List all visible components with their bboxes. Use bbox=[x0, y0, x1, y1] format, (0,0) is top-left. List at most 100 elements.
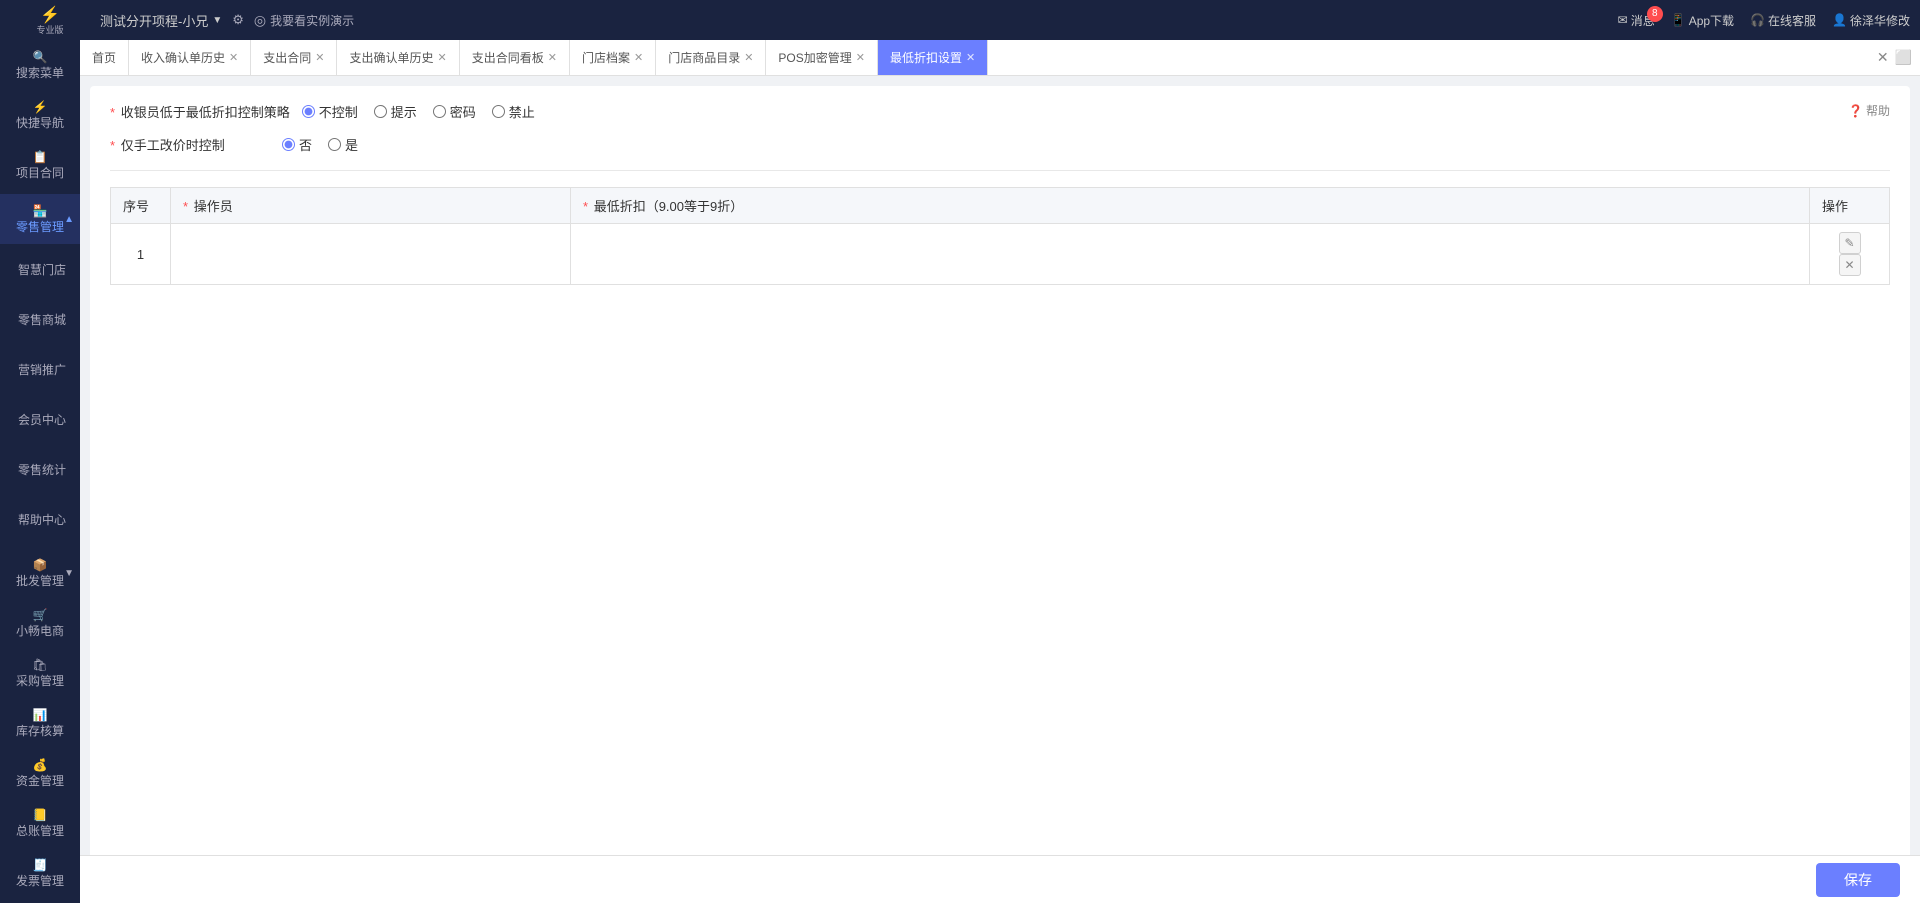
message-icon: ✉ bbox=[1618, 13, 1628, 27]
tab-payment-confirm-close[interactable]: ✕ bbox=[438, 51, 447, 64]
search-icon: 🔍 bbox=[33, 50, 48, 64]
sidebar-item-search[interactable]: 🔍 搜索菜单 bbox=[0, 40, 80, 90]
topbar-middle: 测试分开项程-小兄 ▼ ⚙ ◎ 我要看实例演示 bbox=[90, 11, 1618, 30]
radio-yes[interactable]: 是 bbox=[328, 135, 358, 154]
sidebar-item-quick-nav[interactable]: ⚡ 快捷导航 bbox=[0, 90, 80, 140]
radio-no-control[interactable]: 不控制 bbox=[302, 102, 358, 121]
tab-store-product-close[interactable]: ✕ bbox=[744, 51, 753, 64]
tab-expand-icon[interactable]: ⬜ bbox=[1895, 49, 1912, 66]
sidebar-item-finance[interactable]: 💰 资金管理 bbox=[0, 748, 80, 798]
th-operator: * 操作员 bbox=[171, 188, 571, 224]
project-selector[interactable]: 测试分开项程-小兄 ▼ bbox=[100, 11, 222, 30]
tab-payment-board-label: 支出合同看板 bbox=[472, 49, 544, 66]
sidebar-item-inventory[interactable]: 📊 库存核算 bbox=[0, 698, 80, 748]
help-link[interactable]: ❓ 帮助 bbox=[1848, 102, 1890, 119]
bottom-bar: 保存 bbox=[80, 855, 1920, 903]
sidebar-item-marketing[interactable]: 营销推广 bbox=[0, 344, 80, 394]
tab-payment-confirm-history[interactable]: 支出确认单历史 ✕ bbox=[337, 40, 459, 76]
sidebar-item-member-center[interactable]: 会员中心 bbox=[0, 394, 80, 444]
tab-payment-contract[interactable]: 支出合同 ✕ bbox=[251, 40, 337, 76]
tab-home[interactable]: 首页 bbox=[80, 40, 129, 76]
sidebar-label-accounting: 总账管理 bbox=[16, 822, 64, 839]
form-row-discount-policy: * 收银员低于最低折扣控制策略 不控制 提示 密码 bbox=[110, 102, 1890, 121]
radio-no[interactable]: 否 bbox=[282, 135, 312, 154]
tab-income-history-close[interactable]: ✕ bbox=[229, 51, 238, 64]
edit-row-btn[interactable]: ✎ bbox=[1839, 232, 1861, 254]
user-btn[interactable]: 👤 徐泽华修改 bbox=[1832, 12, 1910, 29]
th-seq: 序号 bbox=[111, 188, 171, 224]
ecommerce-icon: 🛒 bbox=[33, 608, 48, 622]
sidebar-item-ecommerce[interactable]: 🛒 小畅电商 bbox=[0, 598, 80, 648]
messages-badge: 8 bbox=[1647, 6, 1663, 22]
sidebar-item-retail-management[interactable]: 🏪 零售管理 ▲ bbox=[0, 194, 80, 244]
messages-btn[interactable]: ✉ 消息 8 bbox=[1618, 12, 1655, 29]
tab-payment-contract-board[interactable]: 支出合同看板 ✕ bbox=[460, 40, 570, 76]
required-star-2: * bbox=[110, 138, 115, 153]
form-section: ❓ 帮助 * 收银员低于最低折扣控制策略 不控制 提示 bbox=[110, 102, 1890, 171]
sidebar-label-help-center: 帮助中心 bbox=[18, 511, 66, 528]
purchase-icon: 🛍 bbox=[32, 658, 47, 672]
expand-arrow-icon: ▲ bbox=[64, 214, 74, 225]
sidebar-item-accounting[interactable]: 📒 总账管理 bbox=[0, 798, 80, 848]
sidebar-label-ecommerce: 小畅电商 bbox=[16, 622, 64, 639]
tab-payment-contract-label: 支出合同 bbox=[263, 49, 311, 66]
sidebar-label-purchase: 采购管理 bbox=[16, 672, 64, 689]
tab-store-product-label: 门店商品目录 bbox=[668, 49, 740, 66]
sidebar-item-purchase[interactable]: 🛍 采购管理 bbox=[0, 648, 80, 698]
topbar-right: ✉ 消息 8 📱 App下载 🎧 在线客服 👤 徐泽华修改 bbox=[1618, 12, 1910, 29]
tab-payment-confirm-label: 支出确认单历史 bbox=[349, 49, 433, 66]
tab-home-label: 首页 bbox=[92, 49, 116, 66]
settings-icon[interactable]: ⚙ bbox=[232, 12, 244, 28]
save-button[interactable]: 保存 bbox=[1816, 863, 1900, 897]
headset-icon: 🎧 bbox=[1750, 13, 1765, 27]
tabbar: 首页 收入确认单历史 ✕ 支出合同 ✕ 支出确认单历史 ✕ 支出合同看板 ✕ 门… bbox=[80, 40, 1920, 76]
sidebar-item-invoice[interactable]: 🧾 发票管理 bbox=[0, 848, 80, 898]
sidebar-item-smart-store[interactable]: 智慧门店 bbox=[0, 244, 80, 294]
th-discount: * 最低折扣（9.00等于9折） bbox=[571, 188, 1810, 224]
sidebar-label-finance: 资金管理 bbox=[16, 772, 64, 789]
sidebar-label-wholesale: 批发管理 bbox=[16, 572, 64, 589]
sidebar-item-wholesale[interactable]: 📦 批发管理 ▼ bbox=[0, 548, 80, 598]
tab-store-file[interactable]: 门店档案 ✕ bbox=[570, 40, 656, 76]
retail-icon: 🏪 bbox=[33, 204, 48, 218]
topbar: ⚡ 专业版 测试分开项程-小兄 ▼ ⚙ ◎ 我要看实例演示 ✉ 消息 8 📱 A… bbox=[0, 0, 1920, 40]
radio-password[interactable]: 密码 bbox=[433, 102, 476, 121]
sidebar-item-help-center[interactable]: 帮助中心 bbox=[0, 494, 80, 544]
radio-password-label: 密码 bbox=[450, 102, 476, 121]
radio-prompt-label: 提示 bbox=[391, 102, 417, 121]
delete-row-btn[interactable]: ✕ bbox=[1839, 254, 1861, 276]
tab-controls: ✕ ⬜ bbox=[1877, 49, 1920, 66]
download-icon: 📱 bbox=[1671, 13, 1686, 27]
app-download-btn[interactable]: 📱 App下载 bbox=[1671, 12, 1734, 29]
sidebar-label-member-center: 会员中心 bbox=[18, 411, 66, 428]
sidebar-item-project-contract[interactable]: 📋 项目合同 bbox=[0, 140, 80, 190]
customer-service-btn[interactable]: 🎧 在线客服 bbox=[1750, 12, 1816, 29]
tab-min-discount-close[interactable]: ✕ bbox=[966, 51, 975, 64]
logo-icon: ⚡ bbox=[40, 5, 60, 25]
tab-income-history[interactable]: 收入确认单历史 ✕ bbox=[129, 40, 251, 76]
tab-pos-label: POS加密管理 bbox=[778, 49, 851, 66]
radio-forbid[interactable]: 禁止 bbox=[492, 102, 535, 121]
sidebar-item-retail-stats[interactable]: 零售统计 bbox=[0, 444, 80, 494]
tab-pos-password[interactable]: POS加密管理 ✕ bbox=[766, 40, 878, 76]
tab-close-all-icon[interactable]: ✕ bbox=[1877, 49, 1889, 66]
finance-icon: 💰 bbox=[33, 758, 48, 772]
app-edition: 专业版 bbox=[36, 25, 63, 36]
wholesale-arrow-icon: ▼ bbox=[64, 568, 74, 579]
tab-store-product-catalog[interactable]: 门店商品目录 ✕ bbox=[656, 40, 766, 76]
sidebar-item-tax[interactable]: 📑 税务管理 bbox=[0, 898, 80, 903]
td-operator-1 bbox=[171, 224, 571, 285]
demo-link[interactable]: ◎ 我要看实例演示 bbox=[254, 12, 354, 29]
tab-store-file-close[interactable]: ✕ bbox=[634, 51, 643, 64]
sidebar-label-marketing: 营销推广 bbox=[18, 361, 66, 378]
inventory-icon: 📊 bbox=[33, 708, 48, 722]
radio-prompt[interactable]: 提示 bbox=[374, 102, 417, 121]
question-icon: ❓ bbox=[1848, 104, 1863, 118]
sidebar-item-retail-mall[interactable]: 零售商城 bbox=[0, 294, 80, 344]
tab-payment-contract-close[interactable]: ✕ bbox=[315, 51, 324, 64]
tab-payment-board-close[interactable]: ✕ bbox=[548, 51, 557, 64]
tab-min-discount[interactable]: 最低折扣设置 ✕ bbox=[878, 40, 988, 76]
tab-pos-close[interactable]: ✕ bbox=[856, 51, 865, 64]
sidebar-label-retail-management: 零售管理 bbox=[16, 218, 64, 235]
sidebar-label-retail-mall: 零售商城 bbox=[18, 311, 66, 328]
